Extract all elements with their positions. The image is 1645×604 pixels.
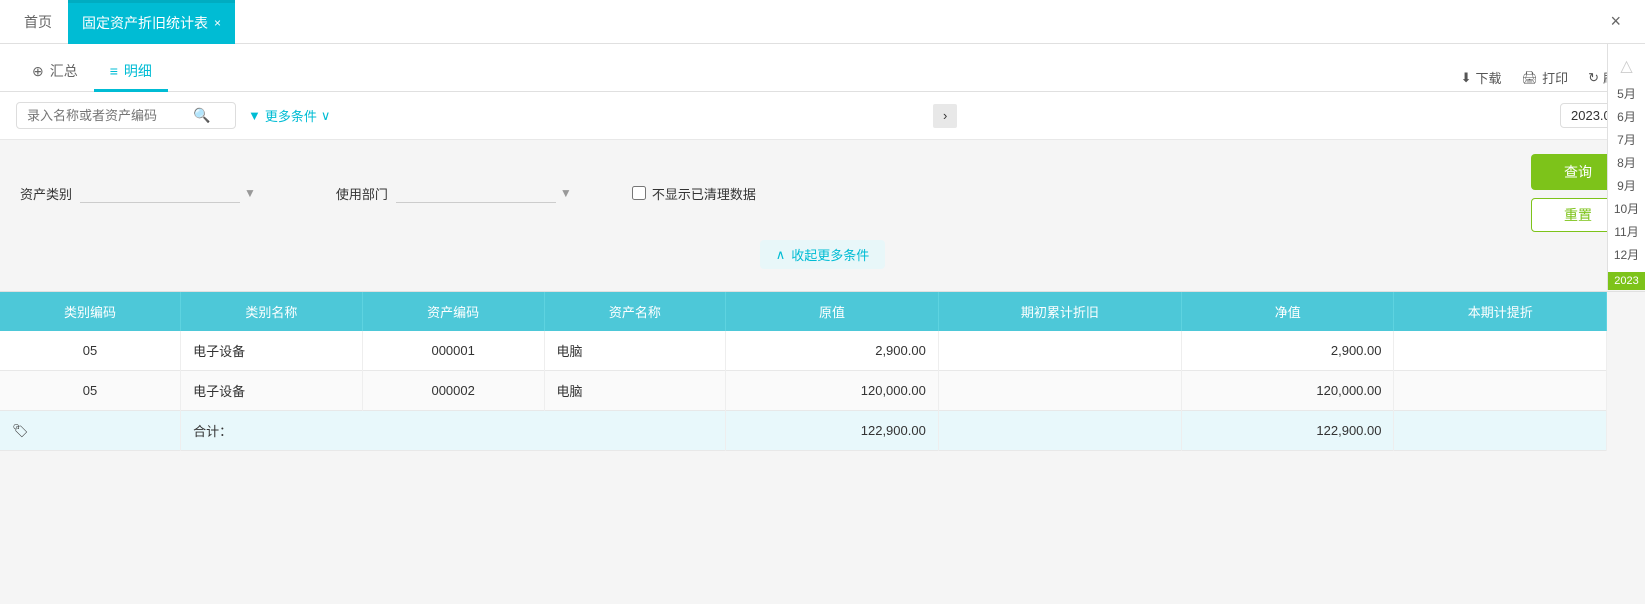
asset-category-field: 资产类别 ▼: [20, 183, 256, 203]
asset-category-label: 资产类别: [20, 184, 72, 203]
total-net-value: 122,900.00: [1181, 411, 1394, 451]
col-net-value: 净值: [1181, 292, 1394, 331]
cell-asset-code: 000002: [362, 371, 544, 411]
department-field: 使用部门 ▼: [336, 183, 572, 203]
sidebar-month-item[interactable]: 7月: [1610, 128, 1643, 151]
cell-asset-name: 电脑: [544, 331, 726, 371]
sub-tabs-bar: ⊕ 汇总 ≡ 明细 ⬇ 下载 🖨 打印 ↻ 刷新: [0, 44, 1645, 92]
exclude-cleared-label: 不显示已清理数据: [652, 184, 756, 203]
filter-area: 资产类别 ▼ 使用部门 ▼ 不显示已清理数据 查询 重置 ∧ 收起更多条件: [0, 140, 1645, 292]
sidebar-month-item[interactable]: 11月: [1610, 220, 1643, 243]
data-table: 类别编码 类别名称 资产编码 资产名称 原值 期初累计折旧 净值 本期计提折 0…: [0, 292, 1607, 451]
sidebar-month-item[interactable]: 8月: [1610, 151, 1643, 174]
total-current: [1394, 411, 1607, 451]
exclude-cleared-checkbox[interactable]: [632, 186, 646, 200]
cell-original-value: 2,900.00: [726, 331, 939, 371]
cell-asset-code: 000001: [362, 331, 544, 371]
tab-label: 固定资产折旧统计表: [82, 13, 208, 33]
cell-original-value: 120,000.00: [726, 371, 939, 411]
total-accumulated: [938, 411, 1181, 451]
print-button[interactable]: 🖨 打印: [1522, 68, 1569, 87]
col-category-code: 类别编码: [0, 292, 181, 331]
tab-detail[interactable]: ≡ 明细: [94, 53, 168, 92]
cell-current-period: [1394, 331, 1607, 371]
table-row: 05 电子设备 000002 电脑 120,000.00 120,000.00: [0, 371, 1607, 411]
cell-net-value: 120,000.00: [1181, 371, 1394, 411]
cell-current-period: [1394, 371, 1607, 411]
table-row: 05 电子设备 000001 电脑 2,900.00 2,900.00: [0, 331, 1607, 371]
table-header-row: 类别编码 类别名称 资产编码 资产名称 原值 期初累计折旧 净值 本期计提折: [0, 292, 1607, 331]
department-dropdown-icon[interactable]: ▼: [560, 186, 572, 200]
asset-category-input[interactable]: [80, 183, 240, 203]
cell-category-code: 05: [0, 331, 181, 371]
top-nav: 首页 固定资产折旧统计表 × ×: [0, 0, 1645, 44]
exclude-cleared-wrap: 不显示已清理数据: [632, 184, 756, 203]
search-input[interactable]: [27, 108, 187, 123]
scroll-up-icon[interactable]: △: [1616, 52, 1636, 80]
col-asset-name: 资产名称: [544, 292, 726, 331]
download-icon: ⬇: [1461, 70, 1472, 86]
search-icon: 🔍: [193, 107, 210, 124]
sidebar-month-item[interactable]: 6月: [1610, 105, 1643, 128]
search-bar: 🔍 ▼ 更多条件 ∨ › 2023.01: [0, 92, 1645, 140]
filter-icon: ▼: [248, 108, 261, 123]
total-icon: 🏷: [0, 411, 181, 451]
download-label: 下载: [1476, 68, 1502, 87]
cell-net-value: 2,900.00: [1181, 331, 1394, 371]
close-window-icon[interactable]: ×: [1602, 7, 1629, 36]
total-original: 122,900.00: [726, 411, 939, 451]
refresh-icon: ↻: [1588, 70, 1599, 86]
toolbar-right: ⬇ 下载 🖨 打印 ↻ 刷新: [1461, 68, 1629, 91]
download-button[interactable]: ⬇ 下载: [1461, 68, 1502, 87]
col-category-name: 类别名称: [181, 292, 363, 331]
sidebar-month-item[interactable]: 10月: [1610, 197, 1643, 220]
tab-close-icon[interactable]: ×: [214, 16, 221, 30]
collapse-up-icon: ∧: [776, 247, 786, 263]
print-label: 打印: [1542, 68, 1568, 87]
more-conditions-label: 更多条件: [265, 106, 317, 125]
search-input-wrap: 🔍: [16, 102, 236, 129]
active-tab[interactable]: 固定资产折旧统计表 ×: [68, 0, 235, 44]
tab-summary[interactable]: ⊕ 汇总: [16, 53, 94, 92]
home-nav-item[interactable]: 首页: [16, 8, 60, 36]
cell-category-code: 05: [0, 371, 181, 411]
sidebar-month-item[interactable]: 9月: [1610, 174, 1643, 197]
sidebar-month-item[interactable]: 12月: [1610, 243, 1643, 266]
more-conditions-button[interactable]: ▼ 更多条件 ∨: [248, 106, 330, 125]
filter-row: 资产类别 ▼ 使用部门 ▼ 不显示已清理数据 查询 重置: [20, 154, 1625, 232]
cell-accumulated: [938, 331, 1181, 371]
cell-accumulated: [938, 371, 1181, 411]
col-asset-code: 资产编码: [362, 292, 544, 331]
cell-category-name: 电子设备: [181, 331, 363, 371]
summary-icon: ⊕: [32, 63, 44, 80]
print-icon: 🖨: [1522, 70, 1539, 86]
detail-icon: ≡: [110, 63, 118, 79]
department-input[interactable]: [396, 183, 556, 203]
collapse-label: 收起更多条件: [791, 245, 869, 264]
col-original-value: 原值: [726, 292, 939, 331]
col-current-period: 本期计提折: [1394, 292, 1607, 331]
tab-detail-label: 明细: [124, 61, 152, 81]
cell-asset-name: 电脑: [544, 371, 726, 411]
data-table-wrap: 类别编码 类别名称 资产编码 资产名称 原值 期初累计折旧 净值 本期计提折 0…: [0, 292, 1607, 451]
col-accumulated-depreciation: 期初累计折旧: [938, 292, 1181, 331]
chevron-down-icon: ∨: [321, 108, 331, 124]
year-badge: 2023: [1608, 272, 1645, 290]
total-label: 合计：: [181, 411, 726, 451]
right-sidebar: △ 5月6月7月8月9月10月11月12月 2023: [1607, 44, 1645, 290]
sidebar-month-item[interactable]: 5月: [1610, 82, 1643, 105]
date-nav-arrow[interactable]: ›: [933, 104, 957, 128]
total-row: 🏷 合计： 122,900.00 122,900.00: [0, 411, 1607, 451]
asset-category-dropdown-icon[interactable]: ▼: [244, 186, 256, 200]
cell-category-name: 电子设备: [181, 371, 363, 411]
department-label: 使用部门: [336, 184, 388, 203]
collapse-button[interactable]: ∧ 收起更多条件: [20, 240, 1625, 269]
tab-summary-label: 汇总: [50, 61, 78, 81]
